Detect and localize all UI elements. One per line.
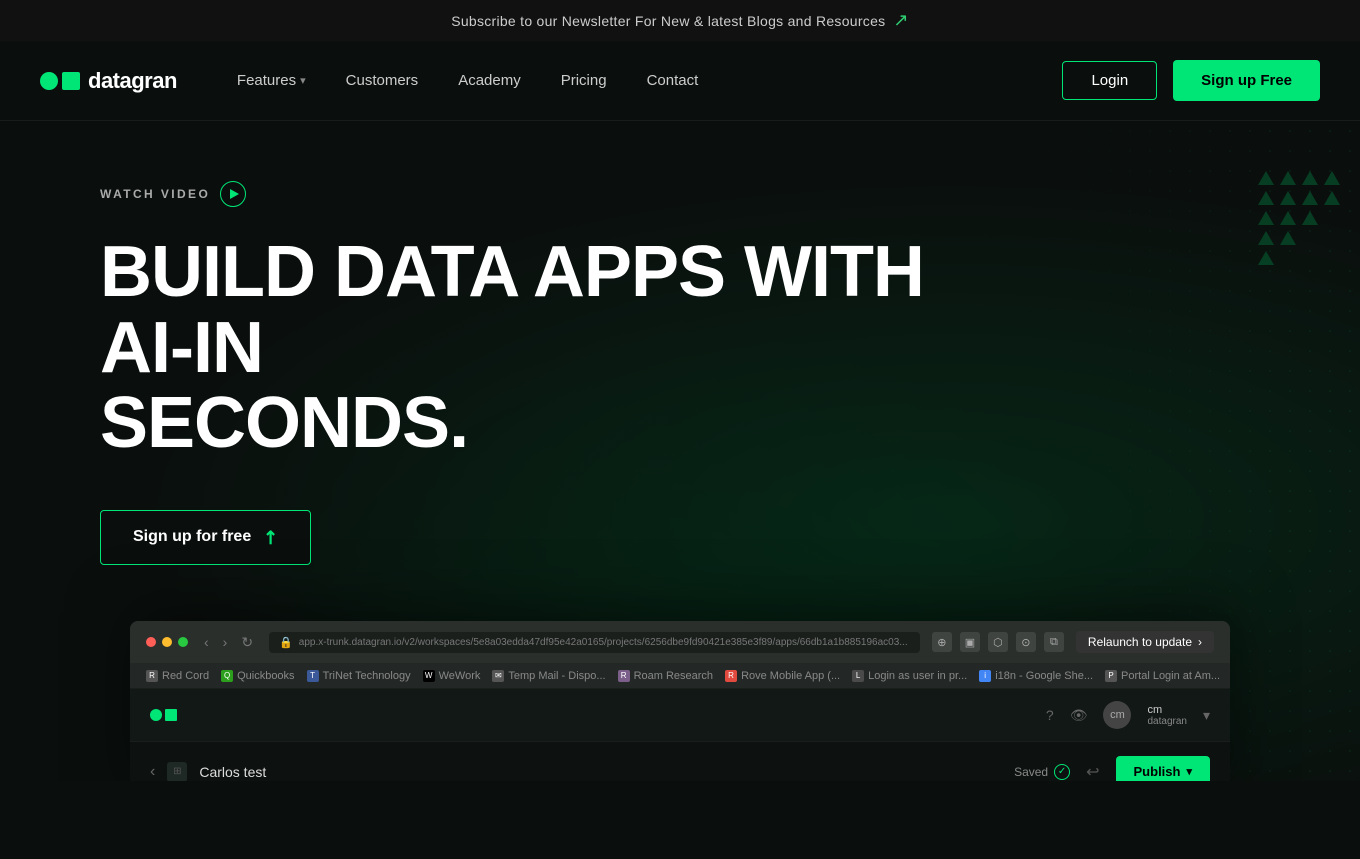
- browser-window-controls: [146, 637, 188, 647]
- bookmark-quickbooks[interactable]: Q Quickbooks: [221, 670, 294, 682]
- window-close-dot: [146, 637, 156, 647]
- window-minimize-dot: [162, 637, 172, 647]
- bookmark-favicon: L: [852, 670, 864, 682]
- browser-back-button[interactable]: ‹: [200, 632, 213, 653]
- logo-icon: [40, 72, 80, 90]
- browser-extension-icon-1[interactable]: ⊕: [932, 632, 952, 652]
- browser-extension-icon-4[interactable]: ⊙: [1016, 632, 1036, 652]
- avatar[interactable]: cm: [1103, 701, 1131, 729]
- app-logo-circle: [150, 709, 162, 721]
- saved-check-icon: ✓: [1054, 764, 1070, 780]
- bookmark-redcord[interactable]: R Red Cord: [146, 670, 209, 682]
- nav-links: Features ▾ Customers Academy Pricing Con…: [217, 64, 1063, 97]
- nav-academy[interactable]: Academy: [438, 64, 541, 97]
- nav-customers[interactable]: Customers: [326, 64, 439, 97]
- bookmark-i18n[interactable]: i i18n - Google She...: [979, 670, 1093, 682]
- play-icon: [220, 181, 246, 207]
- bookmarks-bar: R Red Cord Q Quickbooks T TriNet Technol…: [130, 663, 1230, 689]
- publish-chevron-icon: ▾: [1186, 765, 1192, 778]
- bookmark-favicon: P: [1105, 670, 1117, 682]
- relaunch-button[interactable]: Relaunch to update ›: [1076, 631, 1214, 653]
- content-bar: ‹ ⊞ Carlos test Saved ✓ ↩ Publish ▾: [130, 741, 1230, 781]
- browser-extension-icon-3[interactable]: ⬡: [988, 632, 1008, 652]
- bookmark-favicon: ✉: [492, 670, 504, 682]
- chevron-down-icon: ▾: [300, 74, 306, 87]
- navbar: datagran Features ▾ Customers Academy Pr…: [0, 41, 1360, 121]
- bookmark-favicon: Q: [221, 670, 233, 682]
- nav-pricing[interactable]: Pricing: [541, 64, 627, 97]
- browser-mockup: ‹ › ↻ 🔒 app.x-trunk.datagran.io/v2/works…: [130, 621, 1230, 781]
- publish-button[interactable]: Publish ▾: [1116, 756, 1210, 781]
- bookmark-roam[interactable]: R Roam Research: [618, 670, 713, 682]
- content-back-button[interactable]: ‹: [150, 763, 155, 781]
- browser-extension-icon-2[interactable]: ▣: [960, 632, 980, 652]
- bookmark-favicon: i: [979, 670, 991, 682]
- bookmark-login[interactable]: L Login as user in pr...: [852, 670, 967, 682]
- browser-forward-button[interactable]: ›: [219, 632, 232, 653]
- hero-cta-button[interactable]: Sign up for free ↗: [100, 510, 311, 565]
- play-triangle: [230, 189, 239, 199]
- nav-contact[interactable]: Contact: [627, 64, 719, 97]
- bookmark-favicon: R: [725, 670, 737, 682]
- undo-button[interactable]: ↩: [1086, 762, 1099, 782]
- signup-button[interactable]: Sign up Free: [1173, 60, 1320, 101]
- bookmark-trinet[interactable]: T TriNet Technology: [307, 670, 411, 682]
- user-info: cm datagran: [1147, 704, 1186, 727]
- logo-square: [62, 72, 80, 90]
- hero-title: BUILD DATA APPS WITH AI-IN SECONDS.: [100, 235, 1000, 462]
- announcement-arrow-icon: ↗: [893, 10, 908, 31]
- app-right-icons: ? 👁 cm cm datagran ▾: [1046, 701, 1210, 729]
- cta-arrow-icon: ↗: [258, 525, 284, 551]
- login-button[interactable]: Login: [1062, 61, 1157, 100]
- nav-features[interactable]: Features ▾: [217, 64, 326, 97]
- nav-actions: Login Sign up Free: [1062, 60, 1320, 101]
- browser-extension-icon-5[interactable]: ⧉: [1044, 632, 1064, 652]
- url-lock-icon: 🔒: [279, 636, 293, 649]
- url-text: app.x-trunk.datagran.io/v2/workspaces/5e…: [299, 637, 908, 648]
- browser-action-icons: ⊕ ▣ ⬡ ⊙ ⧉: [932, 632, 1064, 652]
- browser-refresh-button[interactable]: ↻: [237, 632, 257, 653]
- browser-nav-icons: ‹ › ↻: [200, 632, 257, 653]
- app-logo-icons: [150, 709, 177, 721]
- bookmark-tempmail[interactable]: ✉ Temp Mail - Dispo...: [492, 670, 605, 682]
- app-logo-square: [165, 709, 177, 721]
- bookmark-favicon: R: [146, 670, 158, 682]
- content-bar-right: Saved ✓ ↩ Publish ▾: [1014, 756, 1210, 781]
- logo-link[interactable]: datagran: [40, 68, 177, 94]
- bookmark-favicon: R: [618, 670, 630, 682]
- browser-chrome: ‹ › ↻ 🔒 app.x-trunk.datagran.io/v2/works…: [130, 621, 1230, 663]
- content-grid-icon: ⊞: [167, 762, 187, 782]
- logo-circle: [40, 72, 58, 90]
- announcement-text: Subscribe to our Newsletter For New & la…: [451, 13, 885, 29]
- logo-text: datagran: [88, 68, 177, 94]
- content-bar-left: ‹ ⊞ Carlos test: [150, 762, 266, 782]
- relaunch-arrow-icon: ›: [1198, 635, 1202, 649]
- bookmark-wework[interactable]: W WeWork: [423, 670, 481, 682]
- help-icon[interactable]: ?: [1046, 707, 1054, 723]
- window-maximize-dot: [178, 637, 188, 647]
- hero-section: WATCH VIDEO BUILD DATA APPS WITH AI-IN S…: [0, 121, 1360, 781]
- chevron-down-icon[interactable]: ▾: [1203, 707, 1210, 724]
- browser-mockup-wrapper: ‹ › ↻ 🔒 app.x-trunk.datagran.io/v2/works…: [130, 621, 1230, 781]
- bookmark-rove[interactable]: R Rove Mobile App (...: [725, 670, 840, 682]
- bookmark-favicon: T: [307, 670, 319, 682]
- triangle-decoration: [1258, 171, 1340, 265]
- bookmark-portal[interactable]: P Portal Login at Am...: [1105, 670, 1220, 682]
- app-logo: [150, 709, 177, 721]
- app-bar: ? 👁 cm cm datagran ▾: [130, 689, 1230, 741]
- saved-status: Saved ✓: [1014, 764, 1070, 780]
- announcement-bar: Subscribe to our Newsletter For New & la…: [0, 0, 1360, 41]
- browser-url-bar[interactable]: 🔒 app.x-trunk.datagran.io/v2/workspaces/…: [269, 632, 920, 653]
- eye-icon[interactable]: 👁: [1070, 707, 1088, 724]
- watch-video-label: WATCH VIDEO: [100, 187, 210, 201]
- bookmark-favicon: W: [423, 670, 435, 682]
- app-title: Carlos test: [199, 764, 266, 780]
